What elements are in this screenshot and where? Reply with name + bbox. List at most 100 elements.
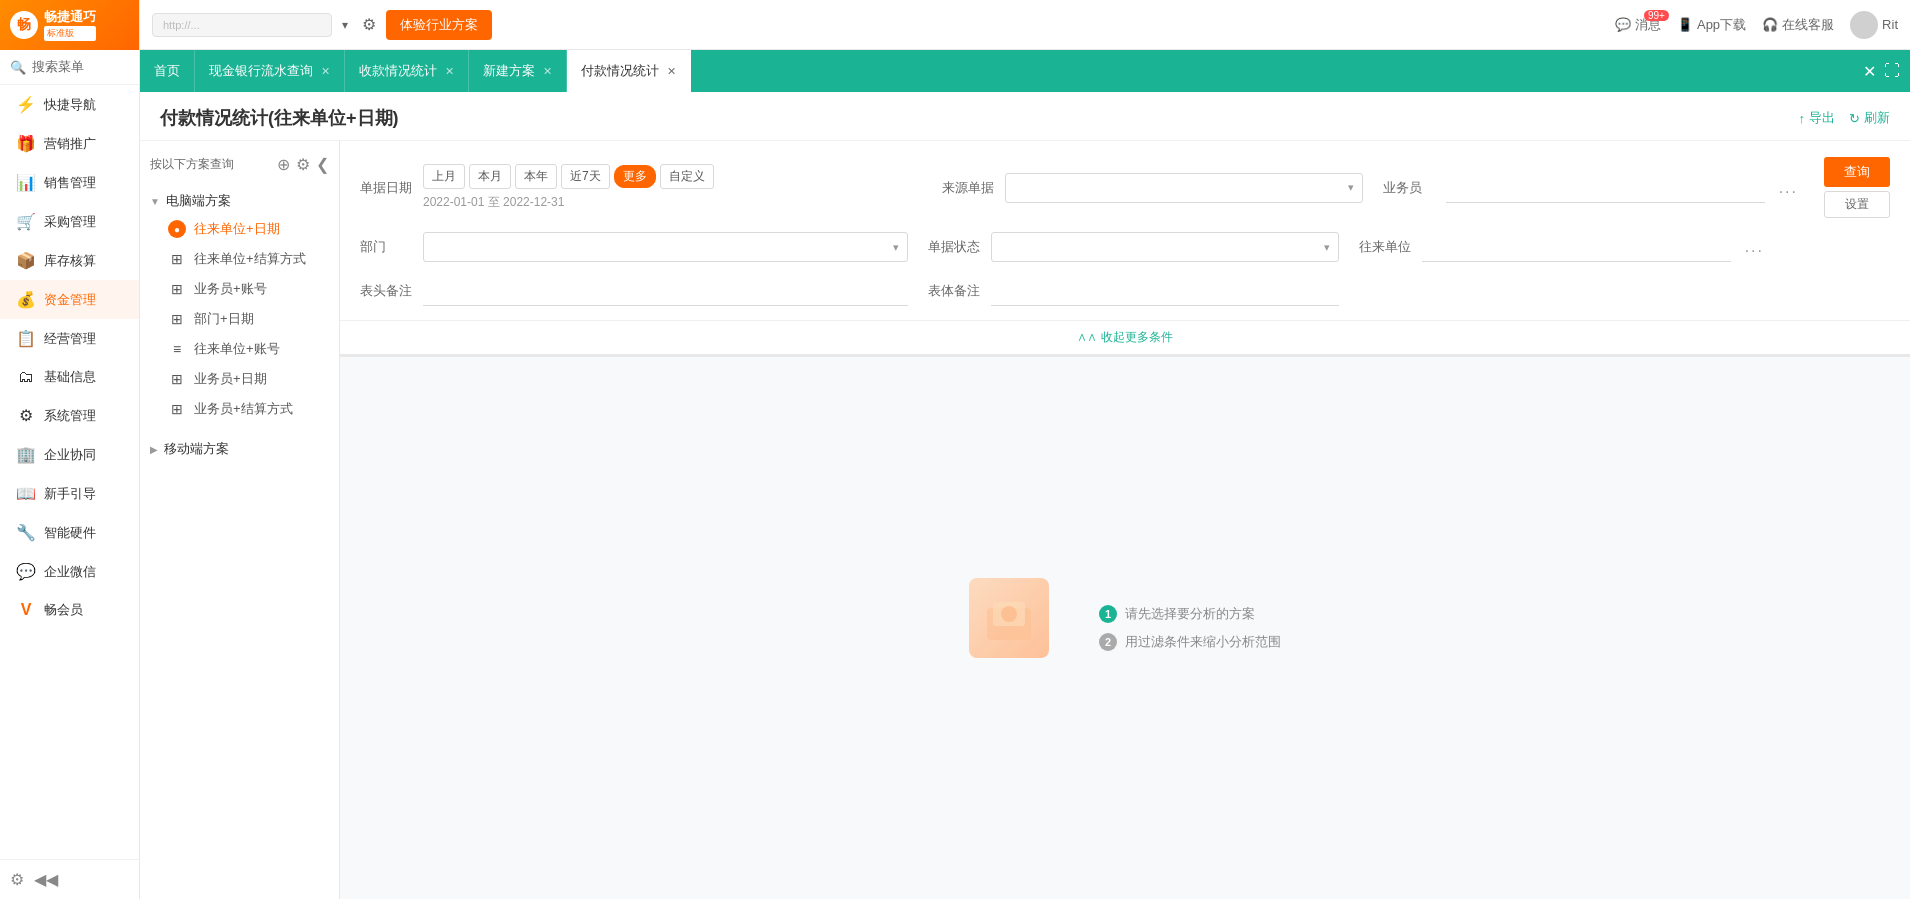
- tab-home[interactable]: 首页: [140, 50, 195, 92]
- collapse-sidebar-icon[interactable]: ◀◀: [34, 870, 58, 889]
- sidebar-item-system[interactable]: ⚙ 系统管理: [0, 396, 139, 435]
- scheme-section-mobile-header[interactable]: ▶ 移动端方案: [140, 436, 339, 462]
- date-options-row: 上月 本月 本年 近7天 更多 自定义: [423, 164, 714, 189]
- tab-income-stats-close[interactable]: ✕: [445, 65, 454, 78]
- sidebar-item-label: 畅会员: [44, 601, 83, 619]
- tab-payment-stats-close[interactable]: ✕: [667, 65, 676, 78]
- tab-new-scheme[interactable]: 新建方案 ✕: [469, 50, 567, 92]
- tab-bank-flow[interactable]: 现金银行流水查询 ✕: [195, 50, 345, 92]
- sidebar-item-finance[interactable]: 💰 资金管理: [0, 280, 139, 319]
- empty-state: 1 请先选择要分析的方案 2 用过滤条件来缩小分析范围: [340, 357, 1910, 899]
- scheme-item-salesman-settlement[interactable]: ⊞ 业务员+结算方式: [140, 394, 339, 424]
- search-icon: 🔍: [10, 60, 26, 75]
- refresh-btn[interactable]: ↻ 刷新: [1849, 109, 1890, 127]
- date-option-custom[interactable]: 自定义: [660, 164, 714, 189]
- message-icon: 💬: [1615, 17, 1631, 32]
- bar-icon: ≡: [168, 341, 186, 357]
- sidebar-item-sales[interactable]: 📊 销售管理: [0, 163, 139, 202]
- settings-filter-btn[interactable]: 设置: [1824, 191, 1890, 218]
- sidebar-item-marketing[interactable]: 🎁 营销推广: [0, 124, 139, 163]
- desktop-arrow-icon: ▼: [150, 196, 160, 207]
- collapse-label: 收起更多条件: [1101, 330, 1173, 344]
- header-remark-input[interactable]: [423, 276, 908, 306]
- tab-close-all-icon[interactable]: ✕: [1863, 62, 1876, 81]
- scheme-item-counterpart-date[interactable]: ● 往来单位+日期: [140, 214, 339, 244]
- user-avatar-btn[interactable]: Rit: [1850, 11, 1898, 39]
- sidebar-item-guide[interactable]: 📖 新手引导: [0, 474, 139, 513]
- salesman-input[interactable]: [1446, 173, 1765, 203]
- date-label: 单据日期: [360, 179, 415, 197]
- scheme-item-dept-date[interactable]: ⊞ 部门+日期: [140, 304, 339, 334]
- tab-new-scheme-close[interactable]: ✕: [543, 65, 552, 78]
- scheme-item-label: 业务员+结算方式: [194, 400, 293, 418]
- sidebar-item-hardware[interactable]: 🔧 智能硬件: [0, 513, 139, 552]
- messages-btn[interactable]: 💬 消息 99+: [1615, 16, 1661, 34]
- date-option-this-year[interactable]: 本年: [515, 164, 557, 189]
- tab-income-stats[interactable]: 收款情况统计 ✕: [345, 50, 469, 92]
- enterprise-icon: 🏢: [16, 445, 36, 464]
- collapse-btn[interactable]: ∧∧ 收起更多条件: [340, 320, 1910, 354]
- topbar-settings-icon[interactable]: ⚙: [362, 15, 376, 34]
- sidebar-item-purchase[interactable]: 🛒 采购管理: [0, 202, 139, 241]
- sidebar-item-member[interactable]: V 畅会员: [0, 591, 139, 629]
- sidebar-item-label: 营销推广: [44, 135, 96, 153]
- inventory-icon: 📦: [16, 251, 36, 270]
- date-option-this-month[interactable]: 本月: [469, 164, 511, 189]
- tabs-controls: ✕ ⛶: [1853, 50, 1910, 92]
- trial-btn[interactable]: 体验行业方案: [386, 10, 492, 40]
- date-option-more[interactable]: 更多: [614, 165, 656, 188]
- counterpart-dots-btn[interactable]: ...: [1739, 236, 1770, 258]
- settings-scheme-icon[interactable]: ⚙: [296, 155, 310, 174]
- source-select[interactable]: ▾: [1005, 173, 1363, 203]
- address-dropdown[interactable]: ▾: [342, 18, 348, 32]
- scheme-item-salesman-account[interactable]: ⊞ 业务员+账号: [140, 274, 339, 304]
- sidebar-item-label: 智能硬件: [44, 524, 96, 542]
- scheme-active-icon: ●: [168, 220, 186, 238]
- sidebar-item-operation[interactable]: 📋 经营管理: [0, 319, 139, 358]
- scheme-item-counterpart-account[interactable]: ≡ 往来单位+账号: [140, 334, 339, 364]
- tab-bank-flow-close[interactable]: ✕: [321, 65, 330, 78]
- scheme-section-desktop-header[interactable]: ▼ 电脑端方案: [140, 188, 339, 214]
- standard-badge: 标准版: [44, 26, 96, 41]
- date-option-7days[interactable]: 近7天: [561, 164, 610, 189]
- counterpart-input[interactable]: [1422, 232, 1731, 262]
- add-scheme-icon[interactable]: ⊕: [277, 155, 290, 174]
- dept-select[interactable]: ▾: [423, 232, 908, 262]
- sidebar-item-inventory[interactable]: 📦 库存核算: [0, 241, 139, 280]
- date-option-last-month[interactable]: 上月: [423, 164, 465, 189]
- body-remark-input[interactable]: [991, 276, 1339, 306]
- salesman-dots-btn[interactable]: ...: [1773, 177, 1804, 199]
- sidebar-header: 畅 畅捷通巧 标准版: [0, 0, 139, 50]
- query-btn[interactable]: 查询: [1824, 157, 1890, 187]
- filter-group-body-remark: 表体备注: [928, 276, 1339, 306]
- collapse-scheme-icon[interactable]: ❮: [316, 155, 329, 174]
- sidebar-item-basic-info[interactable]: 🗂 基础信息: [0, 358, 139, 396]
- operation-icon: 📋: [16, 329, 36, 348]
- page-header-actions: ↑ 导出 ↻ 刷新: [1799, 109, 1891, 127]
- scheme-item-counterpart-settlement[interactable]: ⊞ 往来单位+结算方式: [140, 244, 339, 274]
- filter-group-dept: 部门 ▾: [360, 232, 908, 262]
- sidebar-item-quick-nav[interactable]: ⚡ 快捷导航: [0, 85, 139, 124]
- salesman-label: 业务员: [1383, 179, 1438, 197]
- sales-icon: 📊: [16, 173, 36, 192]
- export-btn[interactable]: ↑ 导出: [1799, 109, 1836, 127]
- sidebar-item-enterprise[interactable]: 🏢 企业协同: [0, 435, 139, 474]
- settings-footer-icon[interactable]: ⚙: [10, 870, 24, 889]
- tabs-spacer: [691, 50, 1853, 92]
- empty-hints: 1 请先选择要分析的方案 2 用过滤条件来缩小分析范围: [1099, 605, 1281, 651]
- filter-group-salesman: 业务员 ...: [1383, 173, 1804, 203]
- search-menu-item[interactable]: 🔍 搜索菜单: [0, 50, 139, 85]
- doc-status-select[interactable]: ▾: [991, 232, 1339, 262]
- sidebar-item-label: 销售管理: [44, 174, 96, 192]
- tab-payment-stats[interactable]: 付款情况统计 ✕: [567, 50, 691, 92]
- tab-expand-icon[interactable]: ⛶: [1884, 62, 1900, 80]
- scheme-item-salesman-date[interactable]: ⊞ 业务员+日期: [140, 364, 339, 394]
- date-range-text: 2022-01-01 至 2022-12-31: [423, 194, 714, 211]
- scheme-item-label: 往来单位+账号: [194, 340, 280, 358]
- app-download-btn[interactable]: 📱 App下载: [1677, 16, 1746, 34]
- address-bar: http://...: [152, 13, 332, 37]
- tab-bank-flow-label: 现金银行流水查询: [209, 62, 313, 80]
- refresh-icon: ↻: [1849, 111, 1860, 126]
- sidebar-item-wechat[interactable]: 💬 企业微信: [0, 552, 139, 591]
- online-service-btn[interactable]: 🎧 在线客服: [1762, 16, 1834, 34]
